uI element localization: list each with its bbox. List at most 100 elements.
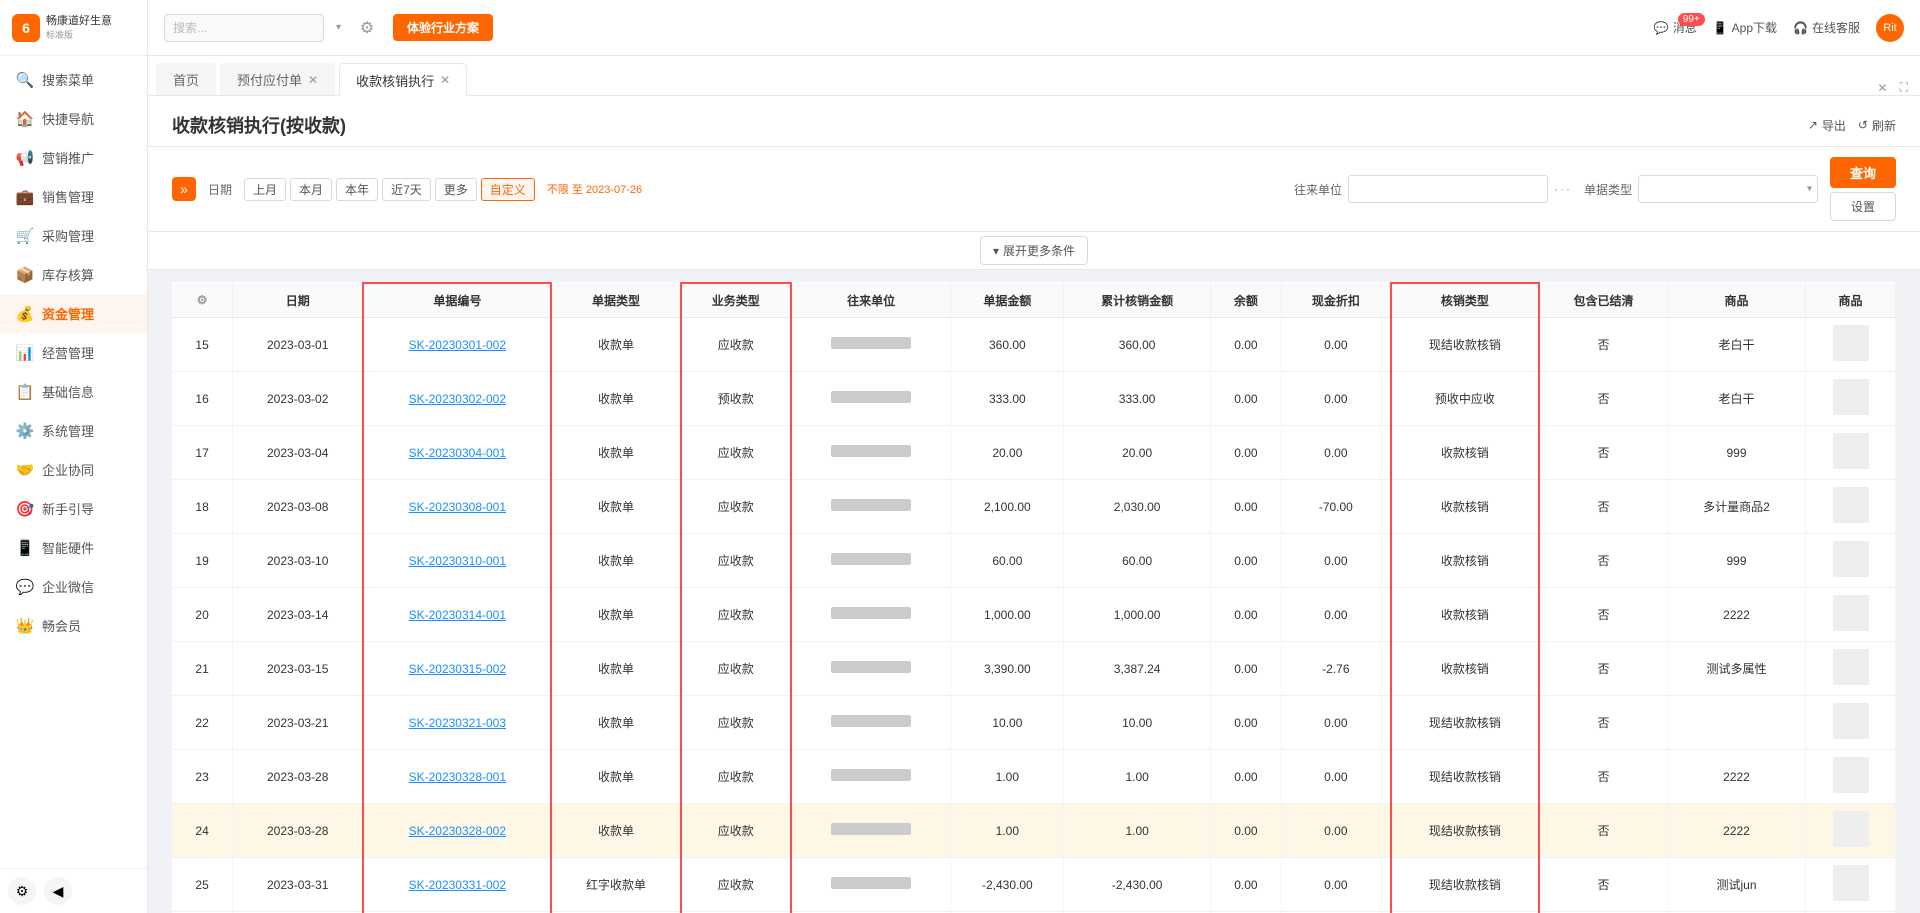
cell-cash-discount: 0.00	[1281, 534, 1391, 588]
col-cancel-type-header: 核销类型	[1391, 283, 1539, 318]
cell-no: 25	[172, 858, 233, 912]
col-settings-header[interactable]: ⚙	[172, 283, 233, 318]
sidebar-item-sys-mgmt[interactable]: ⚙️系统管理	[0, 411, 147, 450]
settings-btn[interactable]: 设置	[1830, 192, 1896, 221]
expand-conditions-btn[interactable]: ▾ 展开更多条件	[980, 236, 1088, 265]
date-btn-more[interactable]: 更多	[435, 178, 477, 201]
sidebar-item-biz-mgmt[interactable]: 📊经营管理	[0, 333, 147, 372]
table-body: 15 2023-03-01 SK-20230301-002 收款单 应收款 36…	[172, 318, 1896, 913]
doc-link[interactable]: SK-20230301-002	[409, 338, 506, 352]
cell-goods: 测试jun	[1667, 858, 1805, 912]
sidebar-icon-marketing: 📢	[16, 149, 34, 167]
sidebar-item-basic-info[interactable]: 📋基础信息	[0, 372, 147, 411]
cell-biztype: 应收款	[681, 804, 791, 858]
doc-link[interactable]: SK-20230310-001	[409, 554, 506, 568]
sidebar-label-basic-info: 基础信息	[42, 382, 94, 401]
sidebar-item-marketing[interactable]: 📢营销推广	[0, 138, 147, 177]
sidebar-item-search-menu[interactable]: 🔍搜索菜单	[0, 60, 147, 99]
cell-doctype: 收款单	[551, 372, 680, 426]
industry-solution-btn[interactable]: 体验行业方案	[393, 14, 493, 41]
cell-no: 17	[172, 426, 233, 480]
sidebar-icon-biz-mgmt: 📊	[16, 344, 34, 362]
cell-cancel-type: 收款核销	[1391, 480, 1539, 534]
doc-link[interactable]: SK-20230314-001	[409, 608, 506, 622]
user-avatar[interactable]: Rit	[1876, 14, 1904, 42]
sidebar-icon-quick-nav: 🏠	[16, 110, 34, 128]
goods-thumb	[1833, 757, 1869, 793]
cell-amount: 360.00	[951, 318, 1064, 372]
cell-amount: 3,390.00	[951, 642, 1064, 696]
doc-link[interactable]: SK-20230308-001	[409, 500, 506, 514]
tab-home[interactable]: 首页	[156, 63, 216, 95]
sidebar-item-sales-mgmt[interactable]: 💼销售管理	[0, 177, 147, 216]
sidebar-item-quick-nav[interactable]: 🏠快捷导航	[0, 99, 147, 138]
cell-no: 18	[172, 480, 233, 534]
cell-date: 2023-03-10	[233, 534, 364, 588]
export-btn[interactable]: ↗ 导出	[1808, 117, 1846, 134]
export-icon: ↗	[1808, 118, 1818, 132]
sidebar-item-corp-wechat[interactable]: 💬企业微信	[0, 567, 147, 606]
cell-docno: SK-20230331-002	[363, 858, 551, 912]
sidebar-item-inventory[interactable]: 📦库存核算	[0, 255, 147, 294]
doc-link[interactable]: SK-20230302-002	[409, 392, 506, 406]
partner-input[interactable]	[1348, 175, 1548, 203]
table-row: 17 2023-03-04 SK-20230304-001 收款单 应收款 20…	[172, 426, 1896, 480]
date-btn-7days[interactable]: 近7天	[382, 178, 431, 201]
cell-partner	[791, 372, 951, 426]
sidebar-icon-sales-mgmt: 💼	[16, 188, 34, 206]
online-service-btn[interactable]: 🎧 在线客服	[1793, 19, 1860, 36]
app-brand-name: 畅康道好生意	[46, 14, 112, 28]
cell-docno: SK-20230328-001	[363, 750, 551, 804]
doc-link[interactable]: SK-20230304-001	[409, 446, 506, 460]
date-btn-this-month[interactable]: 本月	[290, 178, 332, 201]
cell-cash-discount: -70.00	[1281, 480, 1391, 534]
query-btn[interactable]: 查询	[1830, 157, 1896, 188]
sidebar-item-smart-hw[interactable]: 📱智能硬件	[0, 528, 147, 567]
doc-link[interactable]: SK-20230315-002	[409, 662, 506, 676]
topbar-message-btn[interactable]: 💬 消息 99+	[1654, 19, 1697, 36]
sidebar-settings-btn[interactable]: ⚙	[8, 877, 36, 905]
main-area: 搜索... ▾ ⚙ 体验行业方案 💬 消息 99+ 📱 App下载 🎧 在线客服…	[148, 0, 1920, 913]
refresh-btn[interactable]: ↺ 刷新	[1858, 117, 1896, 134]
tab-receipt-cancel[interactable]: 收款核销执行 ✕	[339, 63, 467, 96]
cell-balance: 0.00	[1210, 318, 1281, 372]
sidebar-item-purchase-mgmt[interactable]: 🛒采购管理	[0, 216, 147, 255]
cell-goods: 老白干	[1667, 372, 1805, 426]
table-row: 21 2023-03-15 SK-20230315-002 收款单 应收款 3,…	[172, 642, 1896, 696]
partner-filter: 往来单位 ···	[1294, 175, 1572, 203]
sidebar-item-capital[interactable]: 💰资金管理	[0, 294, 147, 333]
message-badge: 99+	[1678, 13, 1705, 26]
topbar-gear-icon[interactable]: ⚙	[353, 14, 381, 42]
tab-receipt-cancel-close[interactable]: ✕	[440, 73, 450, 87]
doc-link[interactable]: SK-20230331-002	[409, 878, 506, 892]
doc-link[interactable]: SK-20230328-002	[409, 824, 506, 838]
sidebar-item-newbie[interactable]: 🎯新手引导	[0, 489, 147, 528]
app-download-btn[interactable]: 📱 App下载	[1713, 19, 1777, 36]
cell-partner	[791, 858, 951, 912]
cell-date: 2023-03-01	[233, 318, 364, 372]
partner-cell	[831, 337, 911, 349]
doc-link[interactable]: SK-20230328-001	[409, 770, 506, 784]
topbar-search[interactable]: 搜索...	[164, 14, 324, 42]
sidebar-item-vip[interactable]: 👑畅会员	[0, 606, 147, 645]
tab-prepay-close[interactable]: ✕	[308, 73, 318, 87]
settings-col-icon[interactable]: ⚙	[193, 291, 211, 309]
partner-cell	[831, 391, 911, 403]
receipt-type-select[interactable]	[1638, 175, 1818, 203]
topbar-dropdown-arrow[interactable]: ▾	[336, 22, 341, 33]
filter-toggle-btn[interactable]: »	[172, 177, 196, 201]
doc-link[interactable]: SK-20230321-003	[409, 716, 506, 730]
date-btn-this-year[interactable]: 本年	[336, 178, 378, 201]
date-btn-last-month[interactable]: 上月	[244, 178, 286, 201]
tab-prepay[interactable]: 预付应付单 ✕	[220, 63, 335, 95]
tab-restore-icon[interactable]: ⛶	[1900, 80, 1908, 95]
cell-docno: SK-20230302-002	[363, 372, 551, 426]
tab-close-all-icon[interactable]: ✕	[1878, 81, 1888, 95]
tab-receipt-cancel-label: 收款核销执行	[356, 71, 434, 90]
cell-balance: 0.00	[1210, 804, 1281, 858]
sidebar-item-corp-collab[interactable]: 🤝企业协同	[0, 450, 147, 489]
cell-cancel-amount: 10.00	[1064, 696, 1211, 750]
sidebar-collapse-btn[interactable]: ◀	[44, 877, 72, 905]
date-btn-custom[interactable]: 自定义	[481, 178, 535, 201]
partner-filter-label: 往来单位	[1294, 181, 1342, 198]
